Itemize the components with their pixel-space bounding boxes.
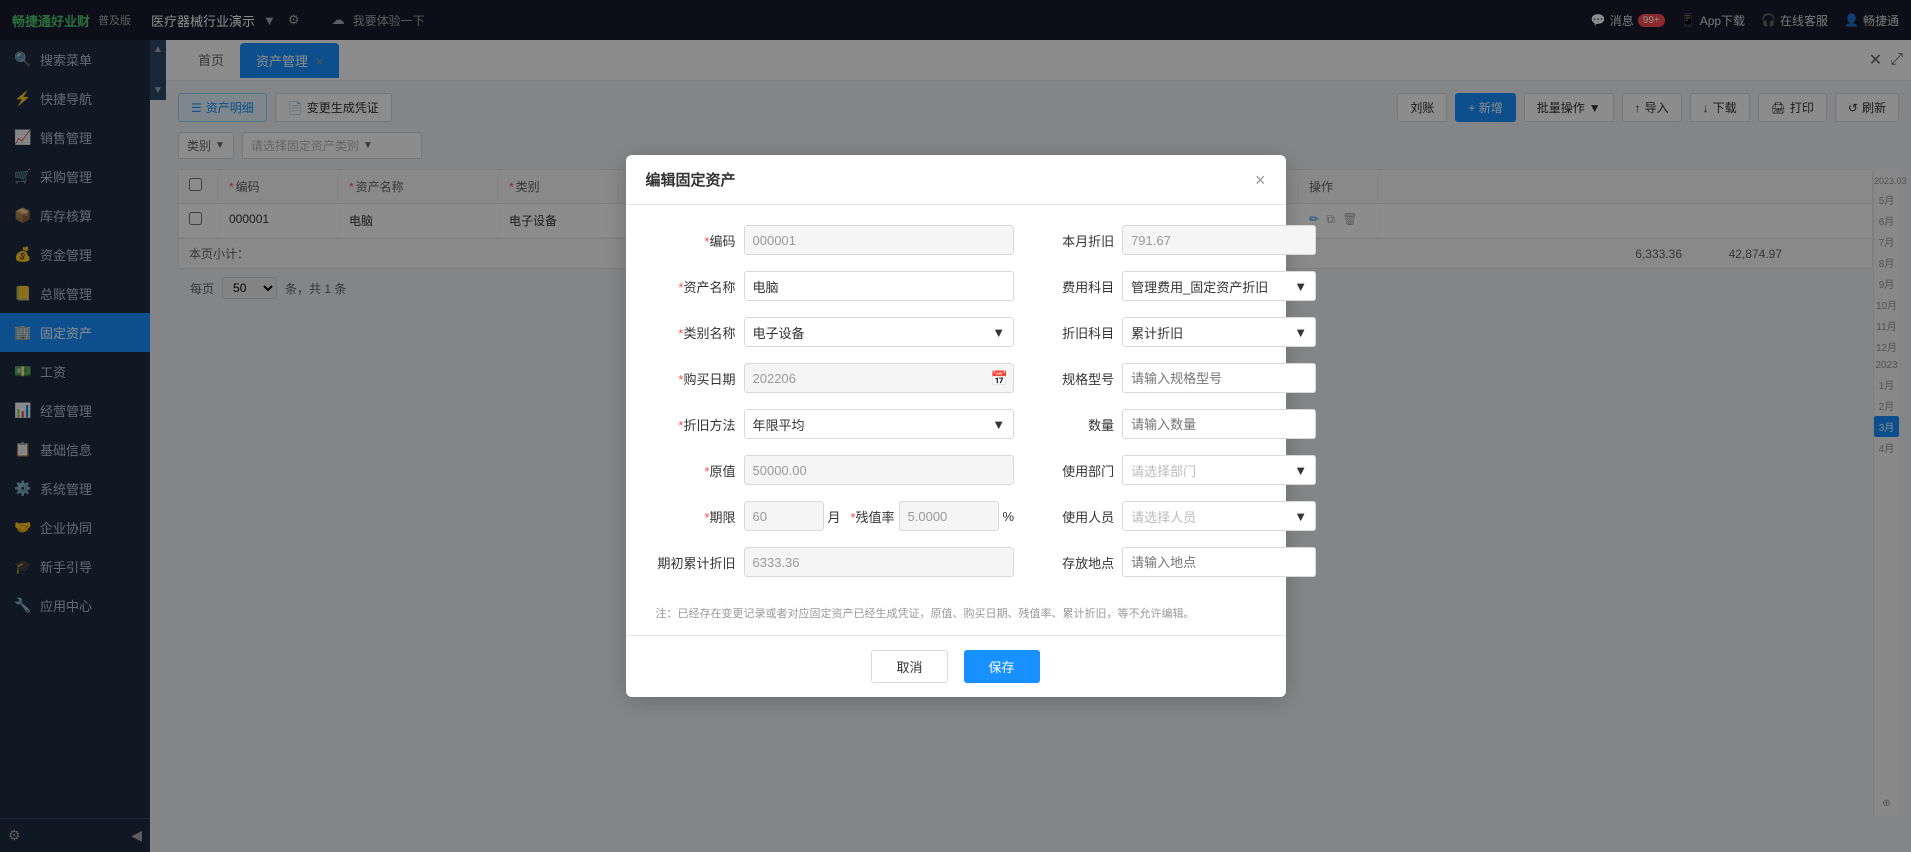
form-right: 本月折旧 费用科目 管理费用_固定资产折旧 ▼ 折旧科目 bbox=[1044, 225, 1316, 577]
residual-rate-unit: % bbox=[1003, 509, 1015, 524]
orig-value-input[interactable] bbox=[744, 455, 1015, 485]
buy-date-wrapper: 📅 bbox=[744, 363, 1015, 393]
save-button[interactable]: 保存 bbox=[964, 650, 1040, 683]
expense-subj-value: 管理费用_固定资产折旧 bbox=[1131, 277, 1268, 296]
dept-select[interactable]: 请选择部门 ▼ bbox=[1122, 455, 1316, 485]
term-input-group: 月 *残值率 % bbox=[744, 501, 1015, 531]
category-select-arrow: ▼ bbox=[992, 325, 1005, 340]
code-input[interactable] bbox=[744, 225, 1015, 255]
depr-subj-label: 折旧科目 bbox=[1044, 323, 1114, 342]
form-row-accum-depr: 期初累计折旧 bbox=[656, 547, 1015, 577]
person-label: 使用人员 bbox=[1044, 507, 1114, 526]
person-placeholder: 请选择人员 bbox=[1131, 507, 1196, 526]
spec-input[interactable] bbox=[1122, 363, 1316, 393]
depr-method-value: 年限平均 bbox=[753, 415, 805, 434]
residual-rate-label: *残值率 bbox=[845, 507, 895, 526]
month-depr-input bbox=[1122, 225, 1316, 255]
person-arrow: ▼ bbox=[1294, 509, 1307, 524]
form-row-dept: 使用部门 请选择部门 ▼ bbox=[1044, 455, 1316, 485]
depr-subj-value: 累计折旧 bbox=[1131, 323, 1183, 342]
form-row-month-depr: 本月折旧 bbox=[1044, 225, 1316, 255]
orig-value-label: *原值 bbox=[656, 461, 736, 480]
form-row-buy-date: *购买日期 📅 bbox=[656, 363, 1015, 393]
asset-name-input[interactable] bbox=[744, 271, 1015, 301]
depr-subj-select[interactable]: 累计折旧 ▼ bbox=[1122, 317, 1316, 347]
term-input[interactable] bbox=[744, 501, 824, 531]
accum-depr-label: 期初累计折旧 bbox=[656, 553, 736, 572]
dept-label: 使用部门 bbox=[1044, 461, 1114, 480]
modal-body: *编码 *资产名称 *类别名称 电子设备 ▼ bbox=[626, 205, 1286, 597]
modal-note-text: 注：已经存在变更记录或者对应固定资产已经生成凭证，原值、购买日期、残值率、累计折… bbox=[656, 608, 1195, 620]
form-row-depr-method: *折旧方法 年限平均 ▼ bbox=[656, 409, 1015, 439]
depr-method-select[interactable]: 年限平均 ▼ bbox=[744, 409, 1015, 439]
modal-close-btn[interactable]: × bbox=[1255, 171, 1266, 189]
expense-subj-label: 费用科目 bbox=[1044, 277, 1114, 296]
form-row-category: *类别名称 电子设备 ▼ bbox=[656, 317, 1015, 347]
edit-asset-modal: 编辑固定资产 × *编码 *资产名称 bbox=[626, 155, 1286, 697]
form-row-expense-subj: 费用科目 管理费用_固定资产折旧 ▼ bbox=[1044, 271, 1316, 301]
modal-header: 编辑固定资产 × bbox=[626, 155, 1286, 205]
form-row-code: *编码 bbox=[656, 225, 1015, 255]
form-row-asset-name: *资产名称 bbox=[656, 271, 1015, 301]
location-input[interactable] bbox=[1122, 547, 1316, 577]
depr-method-label: *折旧方法 bbox=[656, 415, 736, 434]
form-grid: *编码 *资产名称 *类别名称 电子设备 ▼ bbox=[656, 225, 1256, 577]
asset-name-label: *资产名称 bbox=[656, 277, 736, 296]
quantity-label: 数量 bbox=[1044, 415, 1114, 434]
term-unit: 月 bbox=[828, 507, 841, 526]
code-label: *编码 bbox=[656, 231, 736, 250]
dept-arrow: ▼ bbox=[1294, 463, 1307, 478]
form-row-depr-subj: 折旧科目 累计折旧 ▼ bbox=[1044, 317, 1316, 347]
spec-label: 规格型号 bbox=[1044, 369, 1114, 388]
depr-subj-arrow: ▼ bbox=[1294, 325, 1307, 340]
person-select[interactable]: 请选择人员 ▼ bbox=[1122, 501, 1316, 531]
form-row-quantity: 数量 bbox=[1044, 409, 1316, 439]
form-left: *编码 *资产名称 *类别名称 电子设备 ▼ bbox=[656, 225, 1015, 577]
buy-date-input[interactable] bbox=[744, 363, 1015, 393]
calendar-icon[interactable]: 📅 bbox=[991, 370, 1008, 387]
form-row-orig-value: *原值 bbox=[656, 455, 1015, 485]
category-label: *类别名称 bbox=[656, 323, 736, 342]
expense-subj-arrow: ▼ bbox=[1294, 279, 1307, 294]
dept-placeholder: 请选择部门 bbox=[1131, 461, 1196, 480]
depr-method-arrow: ▼ bbox=[992, 417, 1005, 432]
category-select[interactable]: 电子设备 ▼ bbox=[744, 317, 1015, 347]
category-value: 电子设备 bbox=[753, 323, 805, 342]
month-depr-label: 本月折旧 bbox=[1044, 231, 1114, 250]
residual-rate-input[interactable] bbox=[899, 501, 999, 531]
location-label: 存放地点 bbox=[1044, 553, 1114, 572]
modal-note: 注：已经存在变更记录或者对应固定资产已经生成凭证，原值、购买日期、残值率、累计折… bbox=[626, 597, 1286, 635]
form-row-spec: 规格型号 bbox=[1044, 363, 1316, 393]
buy-date-label: *购买日期 bbox=[656, 369, 736, 388]
modal-footer: 取消 保存 bbox=[626, 635, 1286, 697]
term-label: *期限 bbox=[656, 507, 736, 526]
form-row-term: *期限 月 *残值率 % bbox=[656, 501, 1015, 531]
modal-overlay: 编辑固定资产 × *编码 *资产名称 bbox=[0, 0, 1911, 852]
form-row-location: 存放地点 bbox=[1044, 547, 1316, 577]
expense-subj-select[interactable]: 管理费用_固定资产折旧 ▼ bbox=[1122, 271, 1316, 301]
accum-depr-input[interactable] bbox=[744, 547, 1015, 577]
modal-title: 编辑固定资产 bbox=[646, 169, 736, 190]
cancel-button[interactable]: 取消 bbox=[871, 650, 947, 683]
quantity-input[interactable] bbox=[1122, 409, 1316, 439]
form-row-person: 使用人员 请选择人员 ▼ bbox=[1044, 501, 1316, 531]
